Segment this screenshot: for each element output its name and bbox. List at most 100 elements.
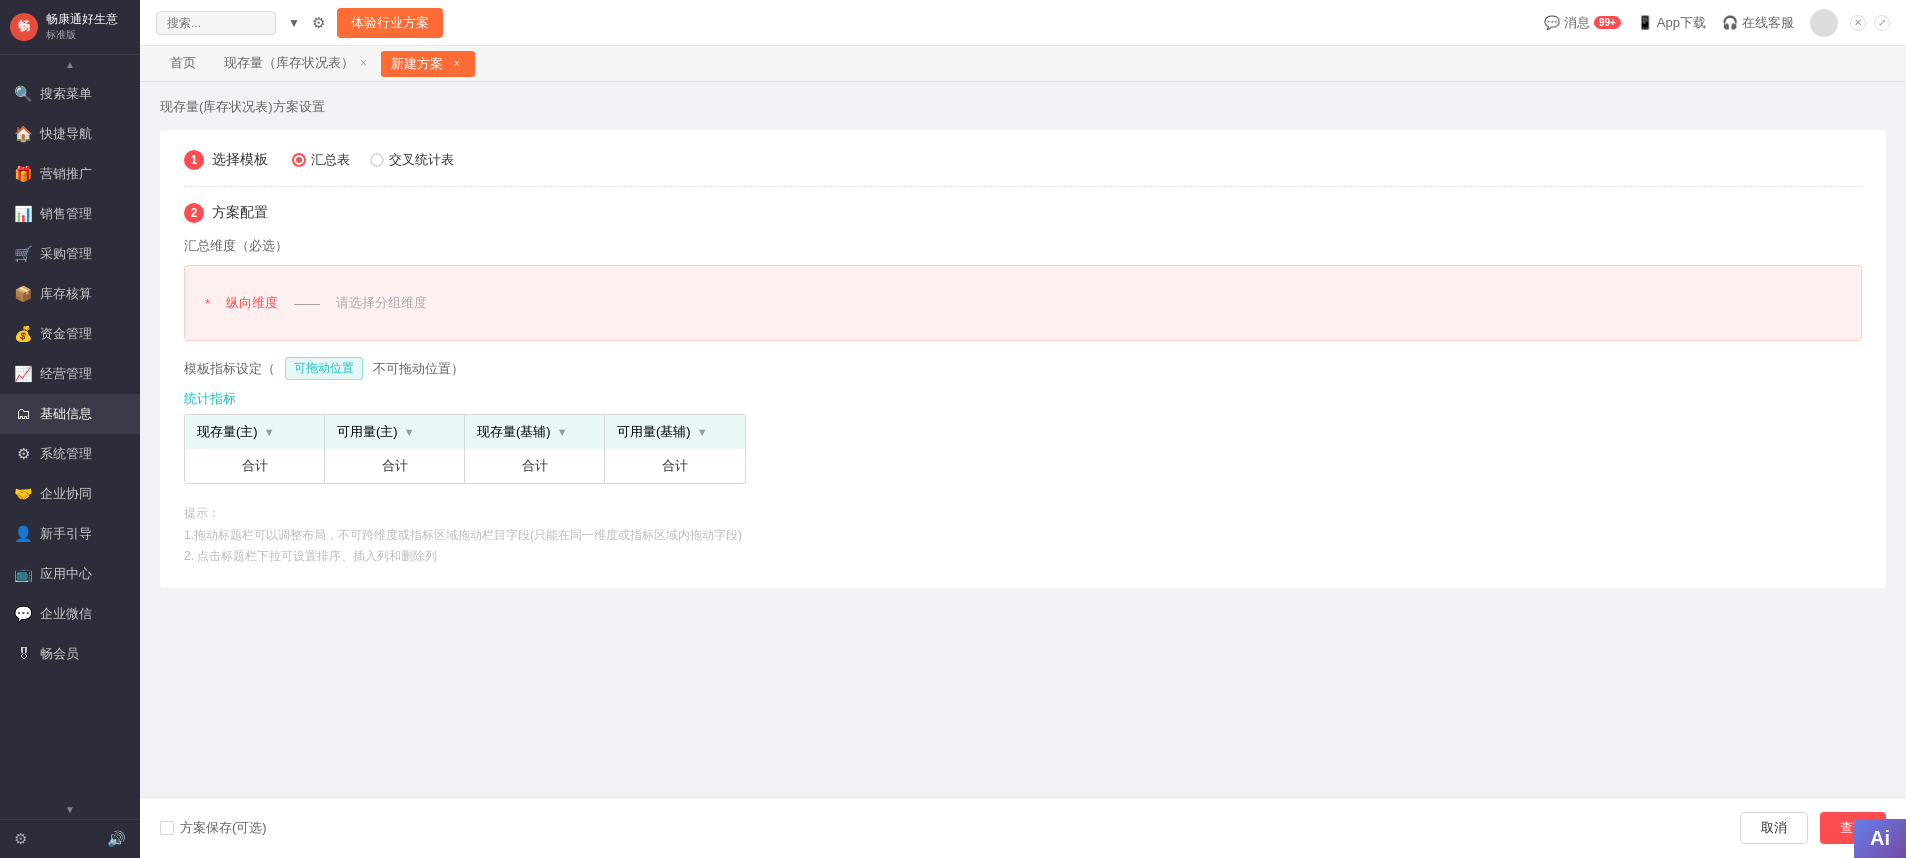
- topbar-gear-icon[interactable]: ⚙: [312, 14, 325, 32]
- sidebar-item-search[interactable]: 🔍 搜索菜单: [0, 74, 140, 114]
- sidebar-item-label: 采购管理: [40, 245, 92, 263]
- app-download-icon: 📱: [1637, 15, 1653, 30]
- tab-home-label: 首页: [170, 54, 196, 72]
- window-expand-button[interactable]: ⤢: [1874, 15, 1890, 31]
- message-button[interactable]: 💬 消息 99+: [1544, 14, 1621, 32]
- sidebar-item-basic-info[interactable]: 🗂 基础信息: [0, 394, 140, 434]
- app-edition: 标准版: [46, 28, 118, 42]
- movable-tag: 可拖动位置: [285, 357, 363, 380]
- step1-header: 1 选择模板 汇总表 交叉统计表: [184, 150, 1862, 170]
- sidebar-item-sales[interactable]: 📊 销售管理: [0, 194, 140, 234]
- sidebar-item-member[interactable]: 🎖 畅会员: [0, 634, 140, 674]
- headset-icon: 🎧: [1722, 15, 1738, 30]
- app-download-button[interactable]: 📱 App下载: [1637, 14, 1706, 32]
- search-icon: 🔍: [14, 85, 32, 103]
- indicator-label-text: 模板指标设定（: [184, 360, 275, 378]
- chart-icon: 📊: [14, 205, 32, 223]
- step2-title: 方案配置: [212, 204, 268, 222]
- stats-table-header: 现存量(主) ▼ 可用量(主) ▼ 现存量(基辅) ▼ 可用量(基辅): [185, 415, 745, 449]
- trial-button[interactable]: 体验行业方案: [337, 8, 443, 38]
- col-chevron-3[interactable]: ▼: [697, 426, 708, 438]
- tips-section: 提示： 1.拖动标题栏可以调整布局，不可跨维度或指标区域拖动栏目字段(只能在同一…: [184, 503, 1862, 568]
- sidebar-item-label: 企业微信: [40, 605, 92, 623]
- gift-icon: 🎁: [14, 165, 32, 183]
- sidebar-item-collab[interactable]: 🤝 企业协同: [0, 474, 140, 514]
- app-logo: 畅 畅康通好生意 标准版: [0, 0, 140, 55]
- sidebar-item-nav[interactable]: 🏠 快捷导航: [0, 114, 140, 154]
- cart-icon: 🛒: [14, 245, 32, 263]
- radio-cross-dot: [370, 153, 384, 167]
- dimension-label-text: 汇总维度（必选）: [184, 238, 288, 253]
- radio-cross-table[interactable]: 交叉统计表: [370, 151, 454, 169]
- tips-item2: 2. 点击标题栏下拉可设置排序、插入列和删除列: [184, 546, 1862, 568]
- main-area: ▼ ⚙ 体验行业方案 💬 消息 99+ 📱 App下载 🎧 在线客服 ✕ ⤢: [140, 0, 1906, 858]
- page-title: 现存量(库存状况表)方案设置: [160, 98, 1886, 116]
- tab-new-plan-close-icon[interactable]: ×: [449, 56, 465, 72]
- topbar: ▼ ⚙ 体验行业方案 💬 消息 99+ 📱 App下载 🎧 在线客服 ✕ ⤢: [140, 0, 1906, 46]
- tab-new-plan[interactable]: 新建方案 ×: [381, 51, 475, 77]
- cancel-button[interactable]: 取消: [1740, 812, 1808, 844]
- step2-badge: 2: [184, 203, 204, 223]
- tab-inventory-close[interactable]: ×: [360, 56, 367, 70]
- money-icon: 💰: [14, 325, 32, 343]
- stats-title: 统计指标: [184, 390, 1862, 408]
- sidebar-item-inventory[interactable]: 📦 库存核算: [0, 274, 140, 314]
- speaker-icon[interactable]: 🔊: [107, 830, 126, 848]
- col-chevron-0[interactable]: ▼: [264, 426, 275, 438]
- radio-summary-dot: [292, 153, 306, 167]
- save-checkbox[interactable]: [160, 821, 174, 835]
- stats-col-header-2[interactable]: 现存量(基辅) ▼: [465, 415, 605, 449]
- dimension-dash: ——: [294, 296, 320, 311]
- sidebar-scroll-down[interactable]: ▼: [0, 800, 140, 819]
- stats-cell-2: 合计: [465, 449, 605, 483]
- sidebar-item-wechat[interactable]: 💬 企业微信: [0, 594, 140, 634]
- stats-col-header-3[interactable]: 可用量(基辅) ▼: [605, 415, 745, 449]
- settings-icon[interactable]: ⚙: [14, 830, 27, 848]
- window-close-button[interactable]: ✕: [1850, 15, 1866, 31]
- tab-inventory[interactable]: 现存量（库存状况表） ×: [210, 46, 381, 82]
- dim-required-star: *: [205, 296, 210, 311]
- sidebar-item-business[interactable]: 📈 经营管理: [0, 354, 140, 394]
- search-input[interactable]: [156, 11, 276, 35]
- sidebar-item-label: 资金管理: [40, 325, 92, 343]
- sidebar-item-finance[interactable]: 💰 资金管理: [0, 314, 140, 354]
- sidebar-item-system[interactable]: ⚙ 系统管理: [0, 434, 140, 474]
- online-service-button[interactable]: 🎧 在线客服: [1722, 14, 1794, 32]
- sidebar-item-guide[interactable]: 👤 新手引导: [0, 514, 140, 554]
- sidebar-nav: 🔍 搜索菜单 🏠 快捷导航 🎁 营销推广 📊 销售管理 🛒 采购管理 📦 库存核…: [0, 74, 140, 800]
- col-chevron-2[interactable]: ▼: [557, 426, 568, 438]
- radio-summary-table[interactable]: 汇总表: [292, 151, 350, 169]
- sidebar-item-label: 营销推广: [40, 165, 92, 183]
- tips-item1: 1.拖动标题栏可以调整布局，不可跨维度或指标区域拖动栏目字段(只能在同一维度或指…: [184, 525, 1862, 547]
- sidebar-item-purchase[interactable]: 🛒 采购管理: [0, 234, 140, 274]
- sidebar-item-label: 畅会员: [40, 645, 79, 663]
- box-icon: 📦: [14, 285, 32, 303]
- tab-new-plan-label: 新建方案: [391, 55, 443, 73]
- user-avatar[interactable]: [1810, 9, 1838, 37]
- sidebar-item-app-center[interactable]: 📺 应用中心: [0, 554, 140, 594]
- ai-badge[interactable]: Ai: [1854, 819, 1906, 858]
- col-chevron-1[interactable]: ▼: [404, 426, 415, 438]
- sidebar-item-label: 经营管理: [40, 365, 92, 383]
- save-option[interactable]: 方案保存(可选): [160, 819, 267, 837]
- tabbar: 首页 现存量（库存状况表） × 新建方案 ×: [140, 46, 1906, 82]
- stats-col-header-0[interactable]: 现存量(主) ▼: [185, 415, 325, 449]
- sidebar-item-label: 搜索菜单: [40, 85, 92, 103]
- online-service-label: 在线客服: [1742, 14, 1794, 32]
- sidebar-item-label: 库存核算: [40, 285, 92, 303]
- stats-col-header-1[interactable]: 可用量(主) ▼: [325, 415, 465, 449]
- step1-badge: 1: [184, 150, 204, 170]
- handshake-icon: 🤝: [14, 485, 32, 503]
- stats-cell-1: 合计: [325, 449, 465, 483]
- sidebar-item-marketing[interactable]: 🎁 营销推广: [0, 154, 140, 194]
- wechat-icon: 💬: [14, 605, 32, 623]
- window-controls: ✕ ⤢: [1850, 15, 1890, 31]
- dimension-box[interactable]: * 纵向维度 —— 请选择分组维度: [184, 265, 1862, 341]
- sidebar-item-label: 新手引导: [40, 525, 92, 543]
- dropdown-icon[interactable]: ▼: [288, 16, 300, 30]
- save-label: 方案保存(可选): [180, 819, 267, 837]
- stats-cell-0: 合计: [185, 449, 325, 483]
- vip-icon: 🎖: [14, 645, 32, 662]
- tab-home[interactable]: 首页: [156, 46, 210, 82]
- sidebar-scroll-up[interactable]: ▲: [0, 55, 140, 74]
